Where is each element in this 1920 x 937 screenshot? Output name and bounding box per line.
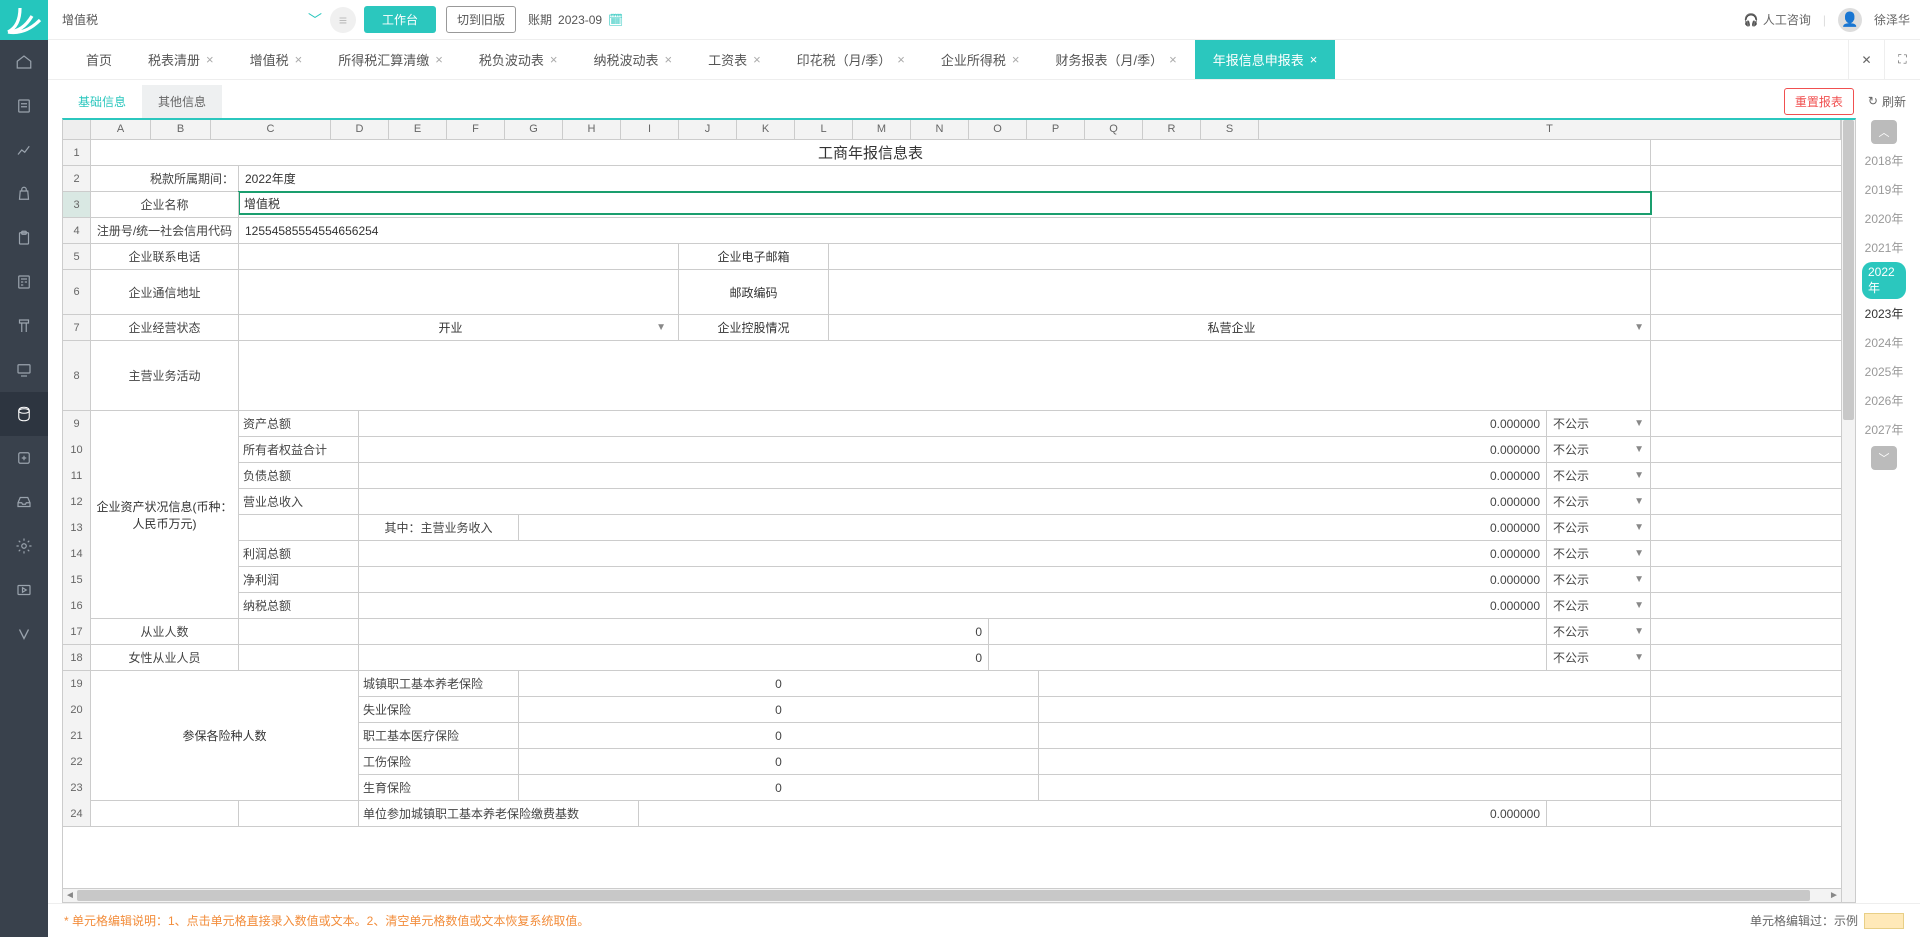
topbar-right: 🎧人工咨询 | 👤 徐泽华 bbox=[1744, 8, 1910, 32]
nav-doc-icon[interactable] bbox=[0, 84, 48, 128]
tab-stamp[interactable]: 印花税（月/季）× bbox=[779, 40, 923, 79]
close-icon[interactable]: × bbox=[435, 52, 443, 67]
tab-tax-burden[interactable]: 税负波动表× bbox=[461, 40, 576, 79]
nav-chart-icon[interactable] bbox=[0, 128, 48, 172]
workspace-button[interactable]: 工作台 bbox=[364, 6, 436, 33]
sheet-title: 工商年报信息表 bbox=[91, 140, 1651, 165]
username[interactable]: 徐泽华 bbox=[1874, 11, 1910, 28]
nav-settings-icon[interactable] bbox=[0, 524, 48, 568]
year-2020[interactable]: 2020年 bbox=[1865, 204, 1904, 233]
year-2024[interactable]: 2024年 bbox=[1865, 328, 1904, 357]
sidebar bbox=[0, 0, 48, 937]
subtab-basic[interactable]: 基础信息 bbox=[62, 85, 142, 118]
nav-tool-icon[interactable] bbox=[0, 304, 48, 348]
year-2022[interactable]: 2022年 bbox=[1862, 262, 1906, 299]
year-2025[interactable]: 2025年 bbox=[1865, 357, 1904, 386]
holding-select[interactable]: 私营企业▼ bbox=[829, 315, 1651, 340]
column-headers: AB C DEFGHIJKLMNOPQRST bbox=[63, 120, 1841, 140]
fullscreen-button[interactable]: ⛶ bbox=[1884, 40, 1920, 79]
horizontal-scrollbar[interactable]: ◄► bbox=[63, 888, 1841, 902]
nav-video-icon[interactable] bbox=[0, 568, 48, 612]
avatar[interactable]: 👤 bbox=[1838, 8, 1862, 32]
nav-calc-icon[interactable] bbox=[0, 260, 48, 304]
tab-home[interactable]: 首页 bbox=[68, 40, 130, 79]
close-icon[interactable]: × bbox=[295, 52, 303, 67]
nav-clipboard-icon[interactable] bbox=[0, 216, 48, 260]
legend-label: 单元格编辑过：示例 bbox=[1750, 912, 1858, 929]
calendar-icon[interactable]: 🗓 bbox=[608, 13, 623, 27]
refresh-button[interactable]: ↻刷新 bbox=[1868, 93, 1906, 110]
year-2023[interactable]: 2023年 bbox=[1865, 299, 1904, 328]
topbar: 增值税 ﹀ ≡ 工作台 切到旧版 账期 2023-09 🗓 🎧人工咨询 | 👤 … bbox=[48, 0, 1920, 40]
tab-income-settle[interactable]: 所得税汇算清缴× bbox=[320, 40, 461, 79]
tab-tax-pay[interactable]: 纳税波动表× bbox=[575, 40, 690, 79]
close-icon[interactable]: × bbox=[1012, 52, 1020, 67]
footer: * 单元格编辑说明：1、点击单元格直接录入数值或文本。2、清空单元格数值或文本恢… bbox=[48, 903, 1920, 937]
company-select[interactable]: 增值税 ﹀ bbox=[62, 10, 322, 30]
close-icon[interactable]: × bbox=[897, 52, 905, 67]
headset-icon: 🎧 bbox=[1744, 13, 1759, 27]
vertical-scrollbar[interactable] bbox=[1841, 120, 1855, 902]
subtab-other[interactable]: 其他信息 bbox=[142, 85, 222, 118]
consult-link[interactable]: 🎧人工咨询 bbox=[1744, 11, 1811, 28]
nav-bag-icon[interactable] bbox=[0, 172, 48, 216]
tab-vat[interactable]: 增值税× bbox=[232, 40, 321, 79]
spreadsheet[interactable]: AB C DEFGHIJKLMNOPQRST 1工商年报信息表 2税款所属期间：… bbox=[62, 118, 1856, 903]
year-up-icon[interactable]: ︿ bbox=[1871, 120, 1897, 144]
tabbar: 首页 税表清册× 增值税× 所得税汇算清缴× 税负波动表× 纳税波动表× 工资表… bbox=[48, 40, 1920, 80]
tab-annual-report[interactable]: 年报信息申报表× bbox=[1195, 40, 1336, 79]
close-icon[interactable]: × bbox=[1169, 52, 1177, 67]
close-all-button[interactable]: ✕ bbox=[1848, 40, 1884, 79]
legend-swatch bbox=[1864, 913, 1904, 929]
nav-transfer-icon[interactable] bbox=[0, 436, 48, 480]
close-icon[interactable]: × bbox=[206, 52, 214, 67]
nav-home-icon[interactable] bbox=[0, 40, 48, 84]
close-icon[interactable]: × bbox=[550, 52, 558, 67]
tab-fin-report[interactable]: 财务报表（月/季）× bbox=[1038, 40, 1195, 79]
close-icon[interactable]: × bbox=[753, 52, 761, 67]
close-icon[interactable]: × bbox=[1310, 52, 1318, 67]
app-logo bbox=[0, 0, 48, 40]
year-2027[interactable]: 2027年 bbox=[1865, 415, 1904, 444]
subtabs: 基础信息 其他信息 重置报表 ↻刷新 bbox=[48, 80, 1920, 118]
year-2021[interactable]: 2021年 bbox=[1865, 233, 1904, 262]
chevron-down-icon: ﹀ bbox=[308, 10, 322, 30]
nav-screen-icon[interactable] bbox=[0, 348, 48, 392]
nav-inbox-icon[interactable] bbox=[0, 480, 48, 524]
tab-corp-income[interactable]: 企业所得税× bbox=[923, 40, 1038, 79]
year-down-icon[interactable]: ﹀ bbox=[1871, 446, 1897, 470]
year-2018[interactable]: 2018年 bbox=[1865, 146, 1904, 175]
footer-note: * 单元格编辑说明：1、点击单元格直接录入数值或文本。2、清空单元格数值或文本恢… bbox=[64, 912, 589, 929]
refresh-icon: ↻ bbox=[1868, 94, 1878, 108]
year-2019[interactable]: 2019年 bbox=[1865, 175, 1904, 204]
period-value[interactable]: 2023-09 bbox=[558, 13, 602, 27]
company-name: 增值税 bbox=[62, 11, 98, 28]
old-version-button[interactable]: 切到旧版 bbox=[446, 6, 516, 33]
close-icon[interactable]: × bbox=[664, 52, 672, 67]
nav-tax-icon[interactable] bbox=[0, 392, 48, 436]
year-rail: ︿ 2018年 2019年 2020年 2021年 2022年 2023年 20… bbox=[1862, 118, 1906, 903]
status-select[interactable]: 开业▼ bbox=[239, 315, 679, 340]
company-name-cell[interactable]: 增值税 bbox=[238, 191, 1652, 215]
period-label: 账期 bbox=[528, 11, 552, 28]
period-group: 账期 2023-09 🗓 bbox=[528, 11, 623, 28]
nav-v-icon[interactable] bbox=[0, 612, 48, 656]
year-2026[interactable]: 2026年 bbox=[1865, 386, 1904, 415]
reset-report-button[interactable]: 重置报表 bbox=[1784, 88, 1854, 115]
tab-salary[interactable]: 工资表× bbox=[690, 40, 779, 79]
note-icon[interactable]: ≡ bbox=[330, 7, 356, 33]
main: 增值税 ﹀ ≡ 工作台 切到旧版 账期 2023-09 🗓 🎧人工咨询 | 👤 … bbox=[48, 0, 1920, 937]
tab-tax-list[interactable]: 税表清册× bbox=[130, 40, 232, 79]
